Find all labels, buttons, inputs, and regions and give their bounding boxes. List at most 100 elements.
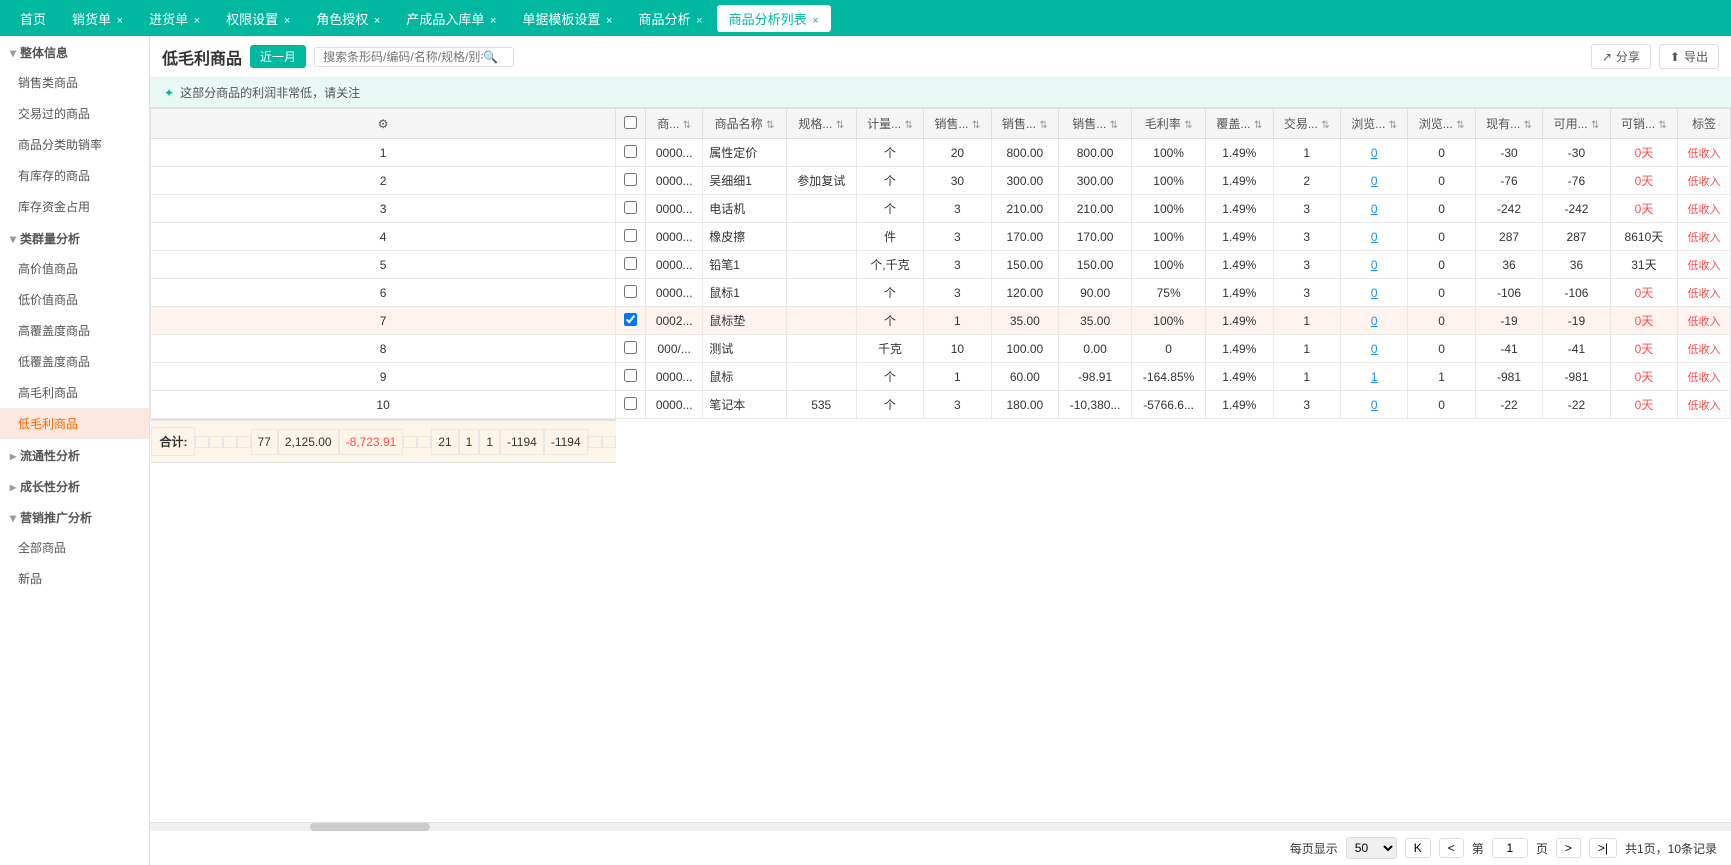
th-check[interactable] — [616, 109, 646, 139]
sidebar-section-marketing[interactable]: ▾ 营销推广分析 — [0, 501, 149, 532]
cell-browse1[interactable]: 0 — [1340, 167, 1407, 195]
date-filter-button[interactable]: 近一月 — [250, 45, 306, 68]
th-name[interactable]: 商品名称 ⇅ — [703, 109, 787, 139]
share-button[interactable]: ↗ 分享 — [1591, 44, 1651, 69]
sidebar-item-low-value[interactable]: 低价值商品 — [0, 284, 149, 315]
search-input[interactable] — [323, 50, 483, 64]
cell-browse1[interactable]: 1 — [1340, 363, 1407, 391]
th-spec[interactable]: 规格... ⇅ — [786, 109, 856, 139]
scrollbar-thumb[interactable] — [310, 823, 430, 831]
nav-close-roles[interactable]: × — [374, 15, 380, 27]
prev-page-button[interactable]: < — [1439, 838, 1464, 858]
cell-check[interactable] — [616, 335, 646, 363]
sidebar-item-low-coverage[interactable]: 低覆盖度商品 — [0, 346, 149, 377]
row-checkbox-7[interactable] — [624, 341, 637, 354]
th-current[interactable]: 现有... ⇅ — [1475, 109, 1542, 139]
page-input[interactable] — [1492, 838, 1528, 858]
sort-icon-browse2[interactable]: ⇅ — [1456, 120, 1464, 131]
th-sellable[interactable]: 可销... ⇅ — [1610, 109, 1677, 139]
sort-icon-sales-price[interactable]: ⇅ — [1039, 120, 1047, 131]
nav-sales[interactable]: 销货单 × — [60, 5, 135, 32]
page-size-select[interactable]: 50 20 100 — [1346, 837, 1397, 859]
sort-icon-browse1[interactable]: ⇅ — [1389, 120, 1397, 131]
sidebar-section-liquidity[interactable]: ▸ 流通性分析 — [0, 439, 149, 470]
search-box[interactable]: 🔍 — [314, 47, 514, 67]
nav-goods-analysis-list[interactable]: 商品分析列表 × — [717, 5, 831, 32]
th-gross-rate[interactable]: 毛利率 ⇅ — [1132, 109, 1206, 139]
cell-check[interactable] — [616, 363, 646, 391]
last-page-button[interactable]: >| — [1589, 838, 1617, 858]
row-checkbox-1[interactable] — [624, 173, 637, 186]
nav-close-sales[interactable]: × — [117, 15, 123, 27]
nav-goods-analysis[interactable]: 商品分析 × — [626, 5, 714, 32]
cell-browse1[interactable]: 0 — [1340, 251, 1407, 279]
cell-check[interactable] — [616, 391, 646, 419]
th-code[interactable]: 商... ⇅ — [646, 109, 703, 139]
cell-check[interactable] — [616, 139, 646, 167]
sidebar-item-category-rate[interactable]: 商品分类助销率 — [0, 129, 149, 160]
sort-icon-sellable[interactable]: ⇅ — [1658, 120, 1666, 131]
nav-roles[interactable]: 角色授权 × — [304, 5, 392, 32]
cell-check[interactable] — [616, 307, 646, 335]
cell-browse1[interactable]: 0 — [1340, 391, 1407, 419]
sidebar-item-low-margin[interactable]: 低毛利商品 — [0, 408, 149, 439]
nav-purchase[interactable]: 进货单 × — [137, 5, 212, 32]
sidebar-item-traded-goods[interactable]: 交易过的商品 — [0, 98, 149, 129]
th-sales-qty[interactable]: 销售... ⇅ — [924, 109, 991, 139]
nav-close-template[interactable]: × — [606, 15, 612, 27]
row-checkbox-5[interactable] — [624, 285, 637, 298]
th-tag[interactable]: 标签 — [1678, 109, 1731, 139]
sort-icon-spec[interactable]: ⇅ — [836, 120, 844, 131]
cell-browse1[interactable]: 0 — [1340, 279, 1407, 307]
nav-close-goods-analysis[interactable]: × — [696, 15, 702, 27]
cell-check[interactable] — [616, 279, 646, 307]
sort-icon-trade[interactable]: ⇅ — [1321, 120, 1329, 131]
sort-icon-gross-rate[interactable]: ⇅ — [1184, 120, 1192, 131]
row-checkbox-9[interactable] — [624, 397, 637, 410]
export-button[interactable]: ⬆ 导出 — [1659, 44, 1719, 69]
sort-icon-usable[interactable]: ⇅ — [1591, 120, 1599, 131]
th-browse1[interactable]: 浏览... ⇅ — [1340, 109, 1407, 139]
cell-check[interactable] — [616, 167, 646, 195]
th-settings[interactable]: ⚙ — [151, 109, 616, 139]
th-browse2[interactable]: 浏览... ⇅ — [1408, 109, 1475, 139]
cell-check[interactable] — [616, 223, 646, 251]
sidebar-item-all-goods[interactable]: 全部商品 — [0, 532, 149, 563]
nav-home[interactable]: 首页 — [8, 5, 58, 32]
cell-browse1[interactable]: 0 — [1340, 223, 1407, 251]
sidebar-section-growth[interactable]: ▸ 成长性分析 — [0, 470, 149, 501]
sidebar-item-stock-capital[interactable]: 库存资金占用 — [0, 191, 149, 222]
sidebar-section-overall[interactable]: ▾ 整体信息 — [0, 36, 149, 67]
sidebar-item-in-stock[interactable]: 有库存的商品 — [0, 160, 149, 191]
next-page-button[interactable]: > — [1556, 838, 1581, 858]
row-checkbox-2[interactable] — [624, 201, 637, 214]
cell-browse1[interactable]: 0 — [1340, 335, 1407, 363]
sidebar-item-new-goods[interactable]: 新品 — [0, 563, 149, 594]
sidebar-item-high-margin[interactable]: 高毛利商品 — [0, 377, 149, 408]
row-checkbox-4[interactable] — [624, 257, 637, 270]
sidebar-item-high-value[interactable]: 高价值商品 — [0, 253, 149, 284]
cell-browse1[interactable]: 0 — [1340, 307, 1407, 335]
select-all-checkbox[interactable] — [624, 116, 637, 129]
nav-permissions[interactable]: 权限设置 × — [214, 5, 302, 32]
nav-close-permissions[interactable]: × — [284, 15, 290, 27]
th-coverage[interactable]: 覆盖... ⇅ — [1206, 109, 1273, 139]
sort-icon-current[interactable]: ⇅ — [1524, 120, 1532, 131]
row-checkbox-3[interactable] — [624, 229, 637, 242]
row-checkbox-0[interactable] — [624, 145, 637, 158]
th-usable[interactable]: 可用... ⇅ — [1543, 109, 1610, 139]
nav-close-products-in[interactable]: × — [490, 15, 496, 27]
row-checkbox-6[interactable] — [624, 313, 637, 326]
th-sales-price[interactable]: 销售... ⇅ — [991, 109, 1058, 139]
row-checkbox-8[interactable] — [624, 369, 637, 382]
sort-icon-sales-qty[interactable]: ⇅ — [972, 120, 980, 131]
sidebar-item-high-coverage[interactable]: 高覆盖度商品 — [0, 315, 149, 346]
th-trade[interactable]: 交易... ⇅ — [1273, 109, 1340, 139]
th-sales-amount[interactable]: 销售... ⇅ — [1059, 109, 1132, 139]
cell-check[interactable] — [616, 251, 646, 279]
nav-products-in[interactable]: 产成品入库单 × — [394, 5, 508, 32]
sort-icon-unit[interactable]: ⇅ — [904, 120, 912, 131]
th-unit[interactable]: 计量... ⇅ — [856, 109, 923, 139]
horizontal-scrollbar[interactable] — [150, 822, 1731, 830]
cell-check[interactable] — [616, 195, 646, 223]
